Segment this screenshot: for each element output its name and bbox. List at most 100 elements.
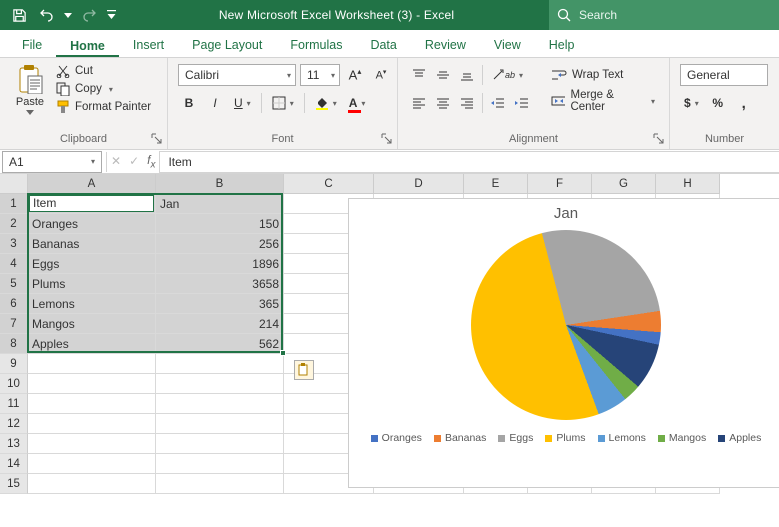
col-header-A[interactable]: A	[28, 174, 156, 194]
undo-dropdown[interactable]	[62, 2, 74, 28]
cell-B14[interactable]	[156, 454, 284, 474]
row-header-2[interactable]: 2	[0, 214, 28, 234]
cell-A2[interactable]: Oranges	[28, 214, 156, 234]
col-header-G[interactable]: G	[592, 174, 656, 194]
cell-A12[interactable]	[28, 414, 156, 434]
fill-color-button[interactable]: ▾	[311, 92, 341, 114]
row-header-5[interactable]: 5	[0, 274, 28, 294]
cell-B12[interactable]	[156, 414, 284, 434]
align-right-button[interactable]	[456, 92, 478, 114]
fx-button[interactable]: fx	[147, 153, 155, 170]
row-header-11[interactable]: 11	[0, 394, 28, 414]
row-header-15[interactable]: 15	[0, 474, 28, 494]
cell-B13[interactable]	[156, 434, 284, 454]
tab-help[interactable]: Help	[535, 32, 589, 57]
tab-view[interactable]: View	[480, 32, 535, 57]
cell-B2[interactable]: 150	[156, 214, 284, 234]
cell-A3[interactable]: Bananas	[28, 234, 156, 254]
cell-A10[interactable]	[28, 374, 156, 394]
row-header-10[interactable]: 10	[0, 374, 28, 394]
pie-chart[interactable]: JanOrangesBananasEggsPlumsLemonsMangosAp…	[348, 198, 779, 488]
cell-A1[interactable]: Item	[28, 194, 156, 214]
qat-customize[interactable]	[104, 2, 118, 28]
col-header-C[interactable]: C	[284, 174, 374, 194]
font-dialog-launcher[interactable]	[381, 133, 393, 145]
tab-insert[interactable]: Insert	[119, 32, 178, 57]
row-header-7[interactable]: 7	[0, 314, 28, 334]
number-format-combo[interactable]: General	[680, 64, 768, 86]
cells-area[interactable]: ItemJanOranges150Bananas256Eggs1896Plums…	[28, 194, 720, 527]
shrink-font-button[interactable]: A▾	[370, 64, 392, 86]
cell-B5[interactable]: 3658	[156, 274, 284, 294]
formula-input[interactable]: Item	[159, 151, 779, 173]
paste-button[interactable]: Paste	[10, 64, 50, 115]
format-painter-button[interactable]: Format Painter	[56, 100, 151, 114]
tab-review[interactable]: Review	[411, 32, 480, 57]
align-left-button[interactable]	[408, 92, 430, 114]
font-size-combo[interactable]: 11▾	[300, 64, 340, 86]
cell-A5[interactable]: Plums	[28, 274, 156, 294]
bold-button[interactable]: B	[178, 92, 200, 114]
row-header-12[interactable]: 12	[0, 414, 28, 434]
col-header-E[interactable]: E	[464, 174, 528, 194]
tab-formulas[interactable]: Formulas	[276, 32, 356, 57]
cell-B10[interactable]	[156, 374, 284, 394]
tab-home[interactable]: Home	[56, 33, 119, 58]
cell-A11[interactable]	[28, 394, 156, 414]
row-header-6[interactable]: 6	[0, 294, 28, 314]
cell-B8[interactable]: 562	[156, 334, 284, 354]
cancel-formula-button[interactable]: ✕	[111, 154, 121, 168]
row-header-13[interactable]: 13	[0, 434, 28, 454]
cell-B15[interactable]	[156, 474, 284, 494]
grow-font-button[interactable]: A▴	[344, 64, 366, 86]
search-input[interactable]	[579, 8, 771, 22]
cell-A9[interactable]	[28, 354, 156, 374]
cell-B6[interactable]: 365	[156, 294, 284, 314]
alignment-dialog-launcher[interactable]	[653, 133, 665, 145]
cell-A13[interactable]	[28, 434, 156, 454]
undo-button[interactable]	[34, 2, 60, 28]
cell-A6[interactable]: Lemons	[28, 294, 156, 314]
cell-A4[interactable]: Eggs	[28, 254, 156, 274]
cell-B4[interactable]: 1896	[156, 254, 284, 274]
row-header-8[interactable]: 8	[0, 334, 28, 354]
cell-B7[interactable]: 214	[156, 314, 284, 334]
redo-button[interactable]	[76, 2, 102, 28]
cell-B3[interactable]: 256	[156, 234, 284, 254]
tab-data[interactable]: Data	[356, 32, 410, 57]
row-header-4[interactable]: 4	[0, 254, 28, 274]
align-top-button[interactable]	[408, 64, 430, 86]
cell-A14[interactable]	[28, 454, 156, 474]
percent-format-button[interactable]: %	[707, 92, 729, 114]
align-center-button[interactable]	[432, 92, 454, 114]
align-middle-button[interactable]	[432, 64, 454, 86]
cell-B1[interactable]: Jan	[156, 194, 284, 214]
underline-button[interactable]: U▾	[230, 92, 255, 114]
borders-button[interactable]: ▾	[268, 92, 298, 114]
row-header-14[interactable]: 14	[0, 454, 28, 474]
col-header-H[interactable]: H	[656, 174, 720, 194]
increase-indent-button[interactable]	[511, 92, 533, 114]
tab-page-layout[interactable]: Page Layout	[178, 32, 276, 57]
cell-B11[interactable]	[156, 394, 284, 414]
col-header-B[interactable]: B	[156, 174, 284, 194]
tab-file[interactable]: File	[8, 32, 56, 57]
cut-button[interactable]: Cut	[56, 64, 151, 78]
accounting-format-button[interactable]: $▾	[680, 92, 703, 114]
merge-center-button[interactable]: Merge & Center▾	[547, 90, 659, 112]
row-header-1[interactable]: 1	[0, 194, 28, 214]
font-color-button[interactable]: A▾	[345, 92, 370, 114]
orientation-button[interactable]: ab▾	[487, 64, 527, 86]
italic-button[interactable]: I	[204, 92, 226, 114]
cell-A8[interactable]: Apples	[28, 334, 156, 354]
wrap-text-button[interactable]: Wrap Text	[547, 64, 659, 86]
col-header-D[interactable]: D	[374, 174, 464, 194]
row-header-3[interactable]: 3	[0, 234, 28, 254]
paste-options-button[interactable]	[294, 360, 314, 380]
clipboard-dialog-launcher[interactable]	[151, 133, 163, 145]
cell-B9[interactable]	[156, 354, 284, 374]
decrease-indent-button[interactable]	[487, 92, 509, 114]
copy-button[interactable]: Copy▾	[56, 82, 151, 96]
enter-formula-button[interactable]: ✓	[129, 154, 139, 168]
name-box[interactable]: A1▾	[2, 151, 102, 173]
